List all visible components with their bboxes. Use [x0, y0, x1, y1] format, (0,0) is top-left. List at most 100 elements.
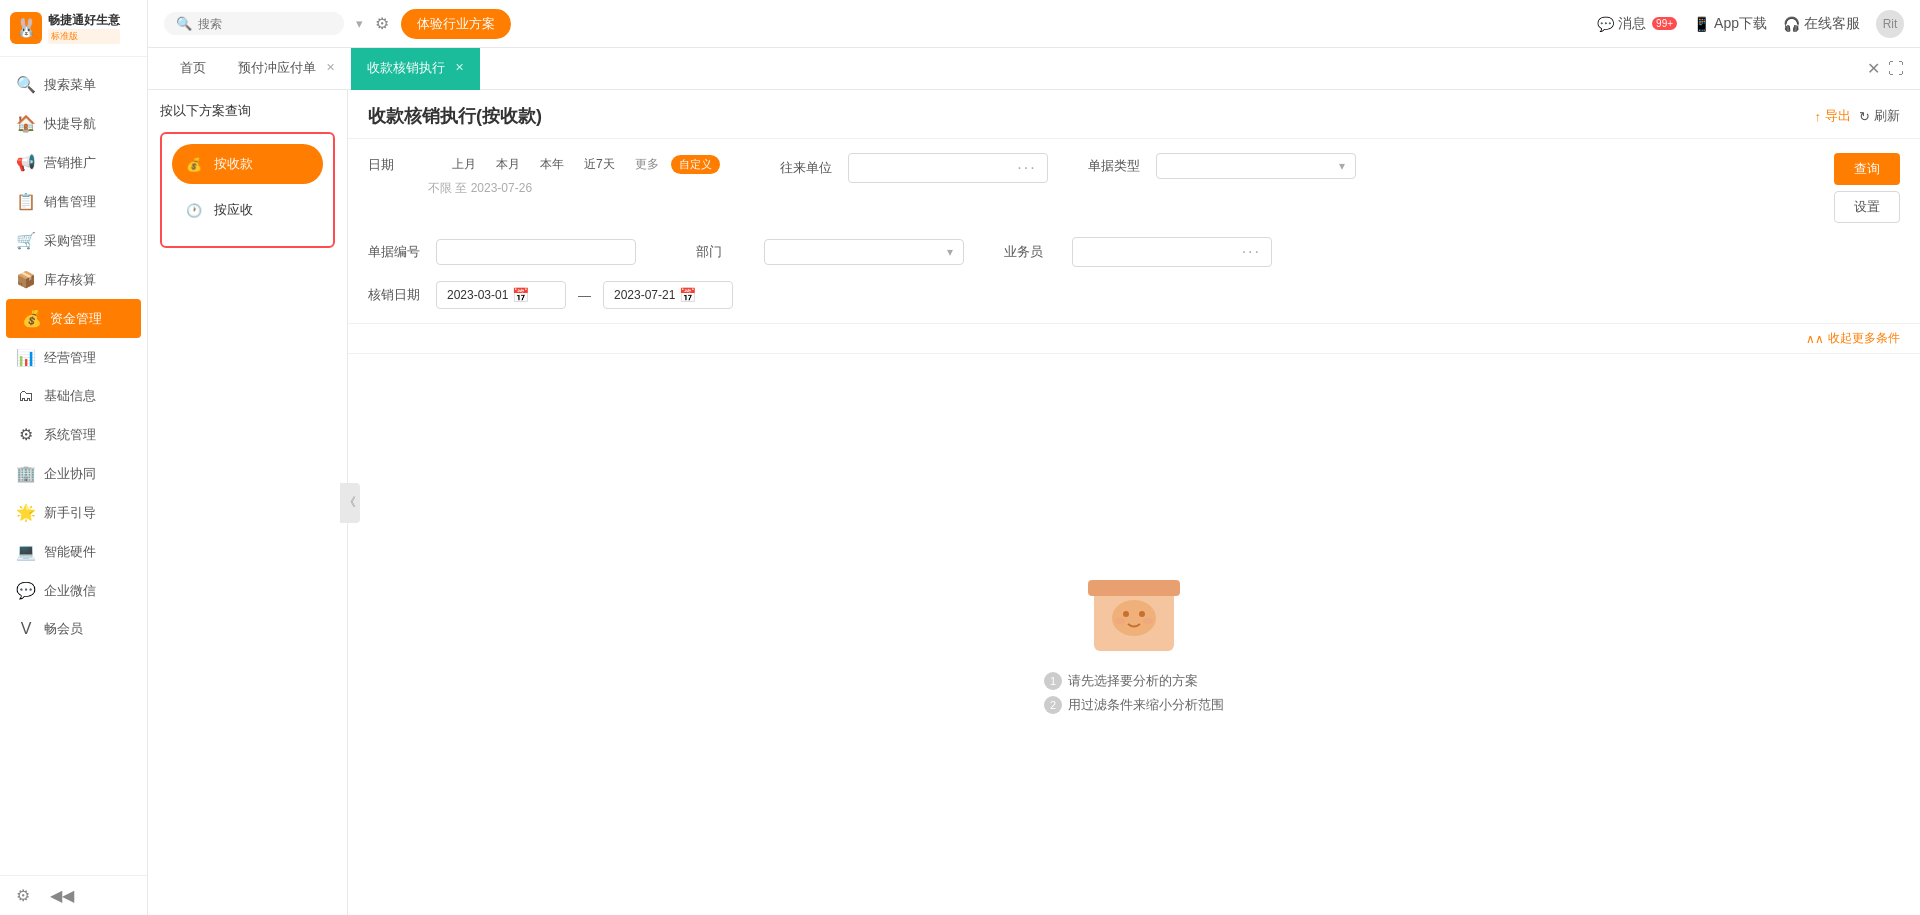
tab-home[interactable]: 首页	[164, 48, 222, 90]
collapse-panel-icon: 《	[344, 494, 356, 511]
search-input[interactable]	[198, 17, 318, 31]
verification-start-date[interactable]: 2023-03-01 📅	[436, 281, 566, 309]
app-download-btn[interactable]: 📱 App下载	[1693, 15, 1767, 33]
gear-icon[interactable]: ⚙	[375, 14, 389, 33]
inventory-icon: 📦	[16, 270, 36, 289]
prepay-tab-close[interactable]: ✕	[326, 61, 335, 74]
topbar: 🔍 ▾ ⚙ 体验行业方案 💬 消息 99+ 📱 App下载 🎧 在线客服 Rit	[148, 0, 1920, 48]
end-calendar-icon[interactable]: 📅	[679, 287, 696, 303]
verification-date-label: 核销日期	[368, 286, 428, 304]
panel-item-by-receivable[interactable]: 🕐 按应收	[172, 190, 323, 230]
staff-select[interactable]: ···	[1072, 237, 1272, 267]
messages-btn[interactable]: 💬 消息 99+	[1597, 15, 1677, 33]
sidebar-item-finance[interactable]: 💰 资金管理	[6, 299, 141, 338]
basic-info-icon: 🗂	[16, 387, 36, 405]
sidebar-menu: 🔍 搜索菜单 🏠 快捷导航 📢 营销推广 📋 销售管理 🛒 采购管理 📦 库存核…	[0, 57, 147, 875]
sidebar-item-wechat[interactable]: 💬 企业微信	[0, 571, 147, 610]
online-service-btn[interactable]: 🎧 在线客服	[1783, 15, 1860, 33]
sidebar-item-corp[interactable]: 🏢 企业协同	[0, 454, 147, 493]
trading-unit-dots[interactable]: ···	[1017, 159, 1036, 177]
page-header-actions: ↑ 导出 ↻ 刷新	[1815, 107, 1901, 125]
settings-bottom-icon[interactable]: ⚙	[16, 886, 30, 905]
tab-prepay[interactable]: 预付冲应付单 ✕	[222, 48, 351, 90]
refresh-icon: ↻	[1859, 109, 1870, 124]
dropdown-icon[interactable]: ▾	[356, 16, 363, 31]
export-btn[interactable]: ↑ 导出	[1815, 107, 1852, 125]
collapse-panel-btn[interactable]: 《	[340, 483, 360, 523]
date-tab-this-month[interactable]: 本月	[488, 153, 528, 176]
sales-icon: 📋	[16, 192, 36, 211]
tab-verification[interactable]: 收款核销执行 ✕	[351, 48, 480, 90]
search-btn[interactable]: 查询	[1834, 153, 1900, 185]
sidebar-item-vip[interactable]: V 畅会员	[0, 610, 147, 648]
marketing-icon: 📢	[16, 153, 36, 172]
bill-type-label: 单据类型	[1088, 157, 1148, 175]
dept-chevron[interactable]: ▾	[947, 245, 953, 259]
user-avatar[interactable]: Rit	[1876, 10, 1904, 38]
receipt-icon: 💰	[182, 152, 206, 176]
verification-tab-label: 收款核销执行	[367, 59, 445, 77]
date-label: 日期	[368, 156, 428, 174]
sidebar-item-purchase[interactable]: 🛒 采购管理	[0, 221, 147, 260]
search-icon: 🔍	[176, 16, 192, 31]
system-icon: ⚙	[16, 425, 36, 444]
industry-btn[interactable]: 体验行业方案	[401, 9, 511, 39]
panel-item-by-receipt[interactable]: 💰 按收款	[172, 144, 323, 184]
close-tab-icon[interactable]: ✕	[1867, 59, 1880, 78]
svg-point-4	[1139, 611, 1145, 617]
sidebar-item-inventory[interactable]: 📦 库存核算	[0, 260, 147, 299]
refresh-btn[interactable]: ↻ 刷新	[1859, 107, 1900, 125]
sidebar: 🐰 畅捷通好生意 标准版 🔍 搜索菜单 🏠 快捷导航 📢 营销推广 📋 销售管理…	[0, 0, 148, 915]
expand-tab-icon[interactable]: ⛶	[1888, 60, 1904, 78]
sidebar-item-guide[interactable]: 🌟 新手引导	[0, 493, 147, 532]
collapse-sidebar-icon[interactable]: ◀◀	[50, 886, 74, 905]
corp-icon: 🏢	[16, 464, 36, 483]
date-tab-this-year[interactable]: 本年	[532, 153, 572, 176]
topbar-search-box[interactable]: 🔍	[164, 12, 344, 35]
operation-icon: 📊	[16, 348, 36, 367]
tabbar-end: ✕ ⛶	[1867, 59, 1904, 78]
staff-dots[interactable]: ···	[1242, 243, 1261, 261]
finance-icon: 💰	[22, 309, 42, 328]
receivable-icon: 🕐	[182, 198, 206, 222]
content-area: 按以下方案查询 💰 按收款 🕐 按应收 《	[148, 90, 1920, 915]
logo-text: 畅捷通好生意 标准版	[48, 12, 120, 44]
date-tab-last-month[interactable]: 上月	[444, 153, 484, 176]
guide-icon: 🌟	[16, 503, 36, 522]
sidebar-item-search-menu[interactable]: 🔍 搜索菜单	[0, 65, 147, 104]
empty-hint-2: 2 用过滤条件来缩小分析范围	[1044, 696, 1224, 714]
date-tab-7days[interactable]: 近7天	[576, 153, 623, 176]
wechat-icon: 💬	[16, 581, 36, 600]
right-content: 收款核销执行(按收款) ↑ 导出 ↻ 刷新	[348, 90, 1920, 915]
empty-svg	[1074, 556, 1194, 656]
dept-select[interactable]: ▾	[764, 239, 964, 265]
empty-hints: 1 请先选择要分析的方案 2 用过滤条件来缩小分析范围	[1044, 672, 1224, 714]
bill-type-chevron[interactable]: ▾	[1339, 159, 1345, 173]
date-tab-more[interactable]: 更多	[627, 153, 667, 176]
sidebar-item-hardware[interactable]: 💻 智能硬件	[0, 532, 147, 571]
start-calendar-icon[interactable]: 📅	[512, 287, 529, 303]
setting-btn[interactable]: 设置	[1834, 191, 1900, 223]
sidebar-item-sales[interactable]: 📋 销售管理	[0, 182, 147, 221]
sidebar-item-system[interactable]: ⚙ 系统管理	[0, 415, 147, 454]
sidebar-item-basic-info[interactable]: 🗂 基础信息	[0, 377, 147, 415]
empty-hint-1: 1 请先选择要分析的方案	[1044, 672, 1224, 690]
verification-tab-close[interactable]: ✕	[455, 61, 464, 74]
sidebar-item-operation[interactable]: 📊 经营管理	[0, 338, 147, 377]
trading-unit-select[interactable]: ···	[848, 153, 1048, 183]
bill-no-input[interactable]	[436, 239, 636, 265]
trading-unit-label: 往来单位	[780, 159, 840, 177]
download-icon: 📱	[1693, 16, 1710, 32]
panel-section-box: 💰 按收款 🕐 按应收	[160, 132, 335, 248]
left-panel: 按以下方案查询 💰 按收款 🕐 按应收	[148, 90, 348, 915]
verification-end-date[interactable]: 2023-07-21 📅	[603, 281, 733, 309]
sidebar-item-quick-nav[interactable]: 🏠 快捷导航	[0, 104, 147, 143]
date-range-text: 不限 至 2023-07-26	[428, 180, 720, 197]
collapse-more-area: ∧∧ 收起更多条件	[348, 324, 1920, 354]
message-icon: 💬	[1597, 16, 1614, 32]
date-custom-tag[interactable]: 自定义	[671, 155, 720, 174]
bill-type-select[interactable]: ▾	[1156, 153, 1356, 179]
sidebar-item-marketing[interactable]: 📢 营销推广	[0, 143, 147, 182]
collapse-more-btn[interactable]: ∧∧ 收起更多条件	[1806, 330, 1900, 347]
left-panel-wrapper: 按以下方案查询 💰 按收款 🕐 按应收 《	[148, 90, 348, 915]
